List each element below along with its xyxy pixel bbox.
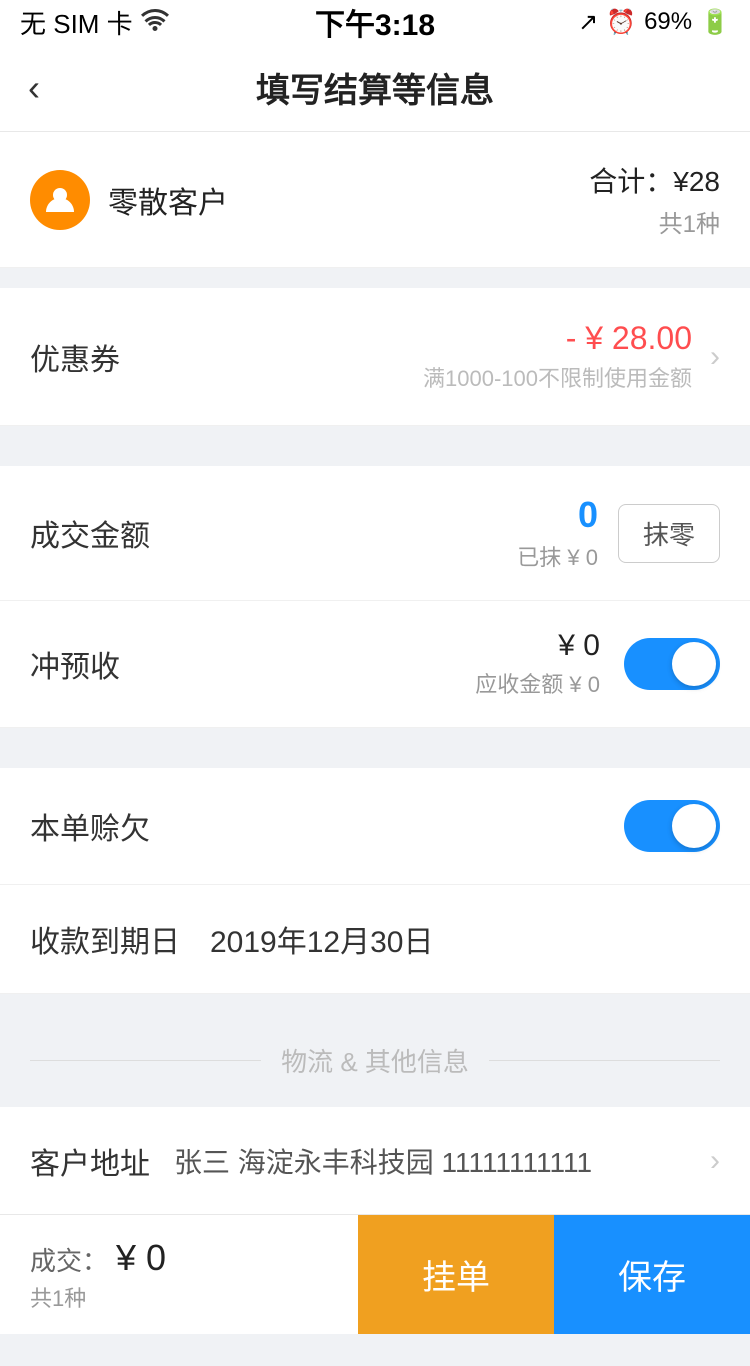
logistics-line-right <box>489 1060 720 1061</box>
coupon-right: - ¥ 28.00 满1000-100不限制使用金额 › <box>423 320 720 393</box>
total-count: 共1种 <box>589 204 720 239</box>
bottom-deal-row: 成交： ¥ 0 <box>30 1237 328 1279</box>
deal-sub: 已抹 ¥ 0 <box>517 540 598 572</box>
customer-row: 零散客户 合计：¥28 共1种 <box>0 132 750 268</box>
due-date-label: 收款到期日 <box>30 917 180 961</box>
status-bar: 无 SIM 卡 下午3:18 ↗ ⏰ 69% 🔋 <box>0 0 750 44</box>
no-sim-text: 无 SIM 卡 <box>20 4 133 41</box>
due-date-value: 2019年12月30日 <box>210 917 433 961</box>
deal-value-block: 0 已抹 ¥ 0 <box>517 494 598 572</box>
bottom-bar: 成交： ¥ 0 共1种 挂单 保存 <box>0 1214 750 1334</box>
bottom-info: 成交： ¥ 0 共1种 <box>0 1215 358 1334</box>
page-title: 填写结算等信息 <box>256 63 494 112</box>
address-value: 张三 海淀永丰科技园 11111111111 <box>174 1141 710 1181</box>
due-date-row[interactable]: 收款到期日 2019年12月30日 <box>0 885 750 994</box>
avatar <box>30 170 90 230</box>
coupon-row[interactable]: 优惠券 - ¥ 28.00 满1000-100不限制使用金额 › <box>0 288 750 426</box>
logistics-line-left <box>30 1060 261 1061</box>
wifi-icon <box>141 7 169 38</box>
hang-order-button[interactable]: 挂单 <box>358 1215 554 1334</box>
save-button[interactable]: 保存 <box>554 1215 750 1334</box>
total-amount: 合计：¥28 <box>589 160 720 200</box>
customer-card: 零散客户 合计：¥28 共1种 <box>0 132 750 268</box>
address-card: 客户地址 张三 海淀永丰科技园 11111111111 › <box>0 1107 750 1216</box>
bottom-deal-amount: ¥ 0 <box>116 1237 166 1279</box>
back-button[interactable]: ‹ <box>28 67 40 109</box>
deal-card: 成交金额 0 已抹 ¥ 0 抹零 冲预收 ¥ 0 应收金额 ¥ 0 <box>0 466 750 728</box>
customer-totals: 合计：¥28 共1种 <box>589 160 720 239</box>
status-time: 下午3:18 <box>315 0 435 44</box>
credit-toggle[interactable] <box>624 800 720 852</box>
coupon-discount: - ¥ 28.00 <box>423 320 692 357</box>
customer-name: 零散客户 <box>108 178 228 222</box>
credit-card: 本单赊欠 收款到期日 2019年12月30日 <box>0 768 750 994</box>
round-zero-button[interactable]: 抹零 <box>618 504 720 563</box>
credit-label: 本单赊欠 <box>30 804 150 848</box>
credit-row: 本单赊欠 <box>0 768 750 885</box>
status-right: ↗ ⏰ 69% 🔋 <box>578 8 730 37</box>
logistics-text: 物流 & 其他信息 <box>261 1042 489 1079</box>
prepay-amount: ¥ 0 <box>475 629 600 663</box>
deal-amount-row: 成交金额 0 已抹 ¥ 0 抹零 <box>0 466 750 601</box>
prepay-label: 冲预收 <box>30 642 120 686</box>
main-content: 零散客户 合计：¥28 共1种 优惠券 - ¥ 28.00 满1000-100不… <box>0 132 750 1366</box>
deal-input-area: 0 已抹 ¥ 0 抹零 <box>517 494 720 572</box>
prepay-toggle[interactable] <box>624 638 720 690</box>
deal-amount-label: 成交金额 <box>30 511 150 555</box>
address-row[interactable]: 客户地址 张三 海淀永丰科技园 11111111111 › <box>0 1107 750 1216</box>
coupon-card: 优惠券 - ¥ 28.00 满1000-100不限制使用金额 › <box>0 288 750 426</box>
prepay-values: ¥ 0 应收金额 ¥ 0 <box>475 629 600 699</box>
logistics-divider: 物流 & 其他信息 <box>0 1014 750 1107</box>
credit-toggle-knob <box>672 804 716 848</box>
status-left: 无 SIM 卡 <box>20 4 169 41</box>
coupon-value-block: - ¥ 28.00 满1000-100不限制使用金额 <box>423 320 692 393</box>
toggle-knob <box>672 642 716 686</box>
battery-icon: 🔋 <box>700 8 730 37</box>
coupon-desc: 满1000-100不限制使用金额 <box>423 361 692 393</box>
bottom-deal-label: 成交： <box>30 1241 108 1278</box>
chevron-right-icon: › <box>710 340 720 374</box>
battery-percent: 69% <box>644 8 692 36</box>
address-label: 客户地址 <box>30 1139 150 1183</box>
prepay-right: ¥ 0 应收金额 ¥ 0 <box>475 629 720 699</box>
section-divider-1 <box>0 446 750 466</box>
address-chevron-icon: › <box>710 1144 720 1178</box>
coupon-label: 优惠券 <box>30 335 120 379</box>
prepay-row: 冲预收 ¥ 0 应收金额 ¥ 0 <box>0 601 750 728</box>
customer-left: 零散客户 <box>30 170 228 230</box>
deal-value[interactable]: 0 <box>517 494 598 536</box>
bottom-count: 共1种 <box>30 1281 328 1313</box>
section-divider-2 <box>0 748 750 768</box>
alarm-icon: ⏰ <box>606 8 636 37</box>
location-icon: ↗ <box>578 8 598 37</box>
nav-bar: ‹ 填写结算等信息 <box>0 44 750 132</box>
prepay-receivable: 应收金额 ¥ 0 <box>475 667 600 699</box>
